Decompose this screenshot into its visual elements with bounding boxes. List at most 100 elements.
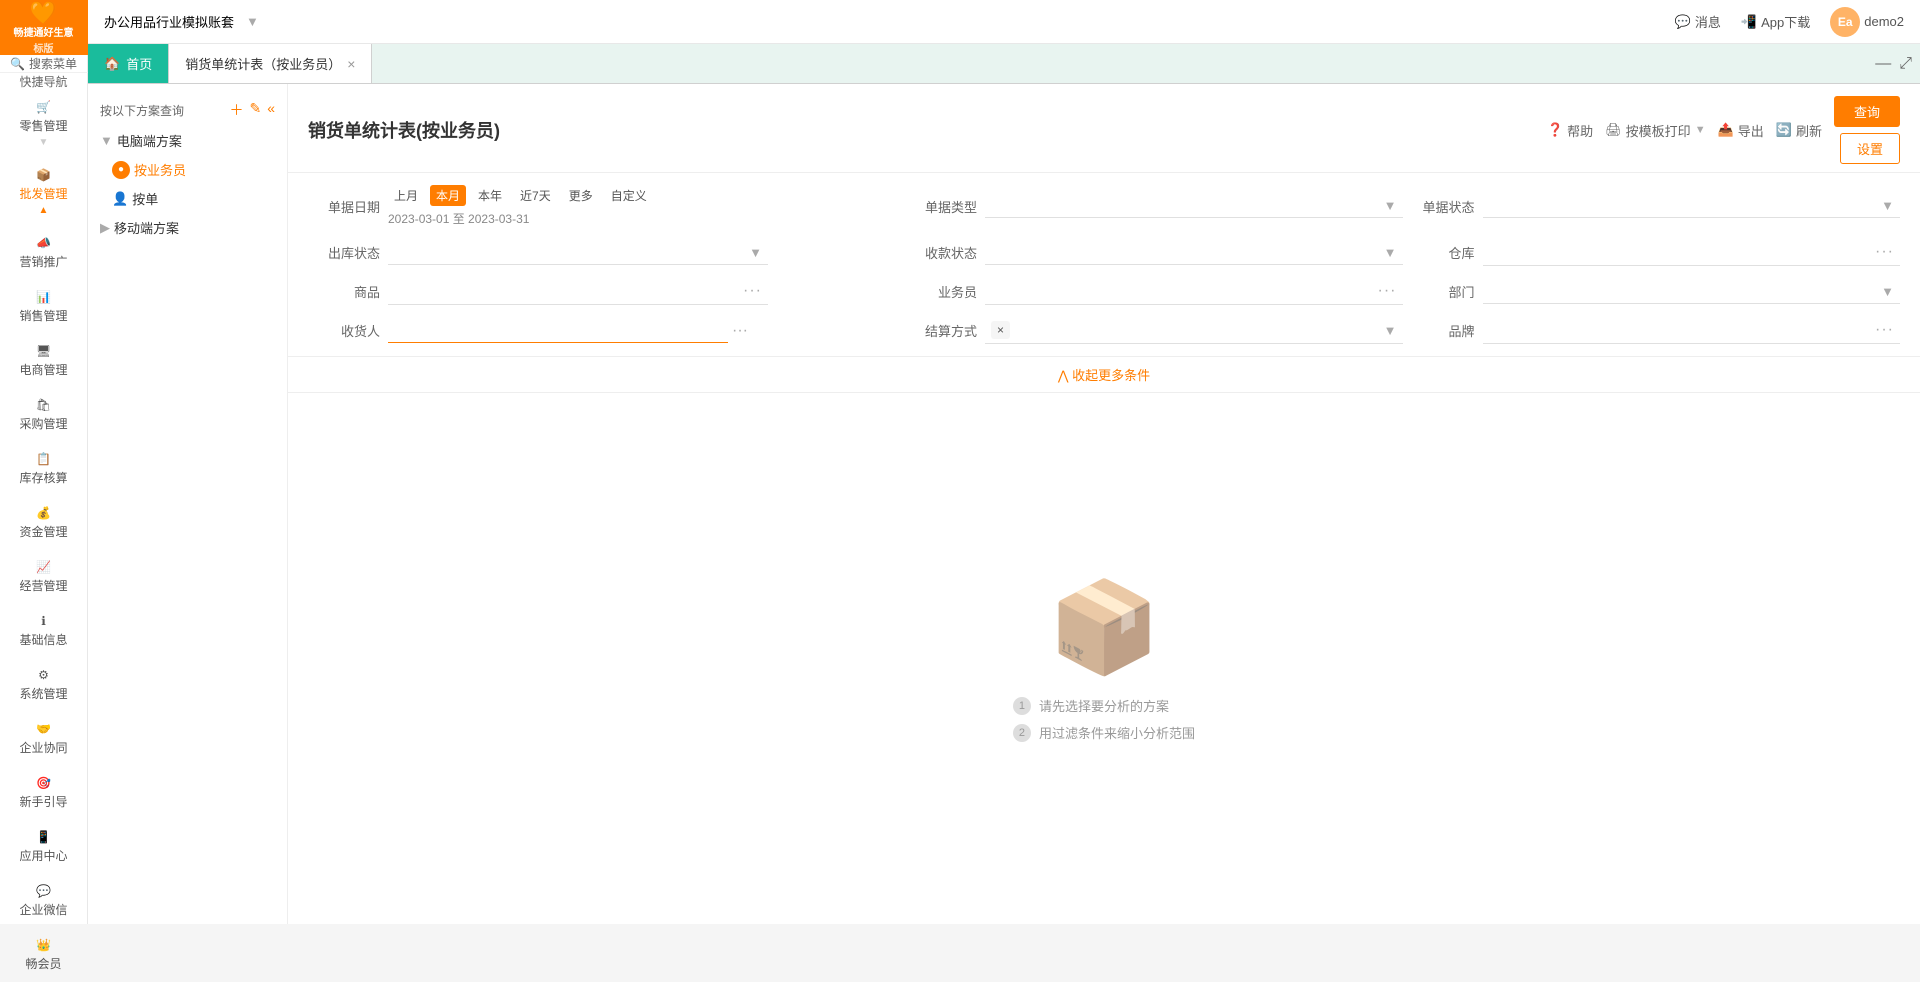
user-menu[interactable]: Ea demo2: [1830, 7, 1904, 37]
appcenter-label: 应用中心: [19, 847, 67, 864]
warehouse-dots[interactable]: ···: [1875, 243, 1894, 261]
outstatus-chevron-icon: ▼: [749, 245, 762, 260]
date-tab-more[interactable]: 更多: [563, 185, 599, 206]
collapse-btn[interactable]: ⋀ 收起更多条件: [288, 357, 1920, 393]
sidebar-item-marketing[interactable]: 📣 营销推广: [0, 226, 88, 280]
date-tab-prev-month[interactable]: 上月: [388, 185, 424, 206]
tree-desktop[interactable]: ▼ 电脑端方案: [88, 126, 287, 155]
message-btn[interactable]: 💬 消息: [1675, 12, 1721, 31]
content-area: 按以下方案查询 ＋ ✎ « ▼ 电脑端方案 ● 按业务员 👤 按单 ▶: [88, 84, 1920, 924]
sidebar-item-wechat[interactable]: 💬 企业微信: [0, 874, 88, 928]
query-button[interactable]: 查询: [1834, 96, 1900, 127]
tab-minimize-icon[interactable]: —: [1875, 55, 1891, 73]
dept-select[interactable]: ▼: [1483, 280, 1901, 304]
tree-by-order[interactable]: 👤 按单: [88, 184, 287, 213]
topbar-title: 办公用品行业模拟账套: [104, 12, 234, 31]
marketing-icon: 📣: [36, 236, 51, 250]
brand-label: 品牌: [1403, 321, 1483, 340]
username: demo2: [1864, 14, 1904, 29]
settle-chevron-icon: ▼: [1384, 323, 1397, 338]
avatar-text: Ea: [1838, 15, 1853, 29]
sidebar-item-enterprise[interactable]: 🤝 企业协同: [0, 712, 88, 766]
filter-col-brand: 品牌 ···: [1403, 317, 1901, 344]
outstatus-select[interactable]: ▼: [388, 241, 768, 265]
sidebar-item-inventory[interactable]: 📋 库存核算: [0, 442, 88, 496]
refresh-btn[interactable]: 🔄 刷新: [1776, 121, 1822, 140]
empty-state: 📦 1 请先选择要分析的方案 2 用过滤条件来缩小分析范围: [288, 393, 1920, 924]
date-tab-last7[interactable]: 近7天: [514, 185, 557, 206]
dropdown-icon[interactable]: ▼: [246, 14, 259, 29]
receiver-input[interactable]: [388, 319, 728, 343]
search-menu[interactable]: 🔍 搜索菜单: [0, 55, 88, 73]
salesman-badge-icon: ●: [112, 161, 130, 179]
tab-close-icon[interactable]: ×: [347, 56, 355, 72]
salesman-select[interactable]: ···: [985, 278, 1403, 305]
tab-home[interactable]: 🏠 首页: [88, 44, 169, 83]
date-tab-this-year[interactable]: 本年: [472, 185, 508, 206]
doctype-label: 单据类型: [905, 197, 985, 216]
settings-button[interactable]: 设置: [1840, 133, 1900, 164]
app-download-btn[interactable]: 📲 App下载: [1741, 12, 1810, 31]
avatar: Ea: [1830, 7, 1860, 37]
left-panel-title: 按以下方案查询: [100, 102, 184, 119]
collapse-left-icon[interactable]: «: [267, 100, 275, 120]
settle-tag-close[interactable]: ×: [997, 323, 1004, 337]
tree-expand-icon: ▼: [100, 133, 113, 148]
tab-sales-report[interactable]: 销货单统计表（按业务员） ×: [169, 44, 372, 83]
download-icon: 📲: [1741, 14, 1757, 30]
sidebar-item-ecommerce[interactable]: 🖥 电商管理: [0, 334, 88, 388]
filter-row-1: 单据日期 上月 本月 本年 近7天 更多 自定义 2023-03-01 至 20…: [308, 185, 1900, 227]
help-btn[interactable]: ❓ 帮助: [1547, 121, 1593, 140]
sidebar-item-purchase[interactable]: 🛍 采购管理: [0, 388, 88, 442]
help-label: 帮助: [1567, 121, 1593, 140]
purchase-label: 采购管理: [19, 415, 67, 432]
date-label: 单据日期: [308, 197, 388, 216]
sidebar-item-retail[interactable]: 🛒 零售管理 ▼: [0, 90, 88, 158]
filter-col-salesman: 业务员 ···: [905, 278, 1403, 305]
edit-scheme-icon[interactable]: ✎: [249, 100, 261, 120]
doctype-select[interactable]: ▼: [985, 194, 1403, 218]
print-label: 按模板打印: [1626, 121, 1691, 140]
print-btn[interactable]: 🖨 按模板打印 ▼: [1605, 121, 1705, 140]
sidebar-item-newbie[interactable]: 🎯 新手引导: [0, 766, 88, 820]
right-panel: 销货单统计表(按业务员) ❓ 帮助 🖨 按模板打印 ▼ 📤 导出: [288, 84, 1920, 924]
sidebar-item-finance[interactable]: 💰 资金管理: [0, 496, 88, 550]
sidebar-item-wholesale[interactable]: 📦 批发管理 ▲: [0, 158, 88, 226]
message-icon: 💬: [1675, 14, 1691, 30]
brand-select[interactable]: ···: [1483, 317, 1901, 344]
shortcut-nav[interactable]: 快捷导航: [0, 73, 88, 90]
sidebar-item-operation[interactable]: 📈 经营管理: [0, 550, 88, 604]
filter-col-docstatus: 单据状态 ▼: [1403, 194, 1901, 218]
sidebar-item-appcenter[interactable]: 📱 应用中心: [0, 820, 88, 874]
page-header: 销货单统计表(按业务员) ❓ 帮助 🖨 按模板打印 ▼ 📤 导出: [288, 84, 1920, 173]
sidebar-item-base[interactable]: ℹ 基础信息: [0, 604, 88, 658]
receiver-dots[interactable]: ···: [728, 322, 752, 340]
filter-col-receiver: 收货人 ···: [308, 319, 905, 343]
sidebar-item-system[interactable]: ⚙ 系统管理: [0, 658, 88, 712]
export-btn[interactable]: 📤 导出: [1718, 121, 1764, 140]
brand-dots[interactable]: ···: [1875, 321, 1894, 339]
tab-maximize-icon[interactable]: ⤢: [1899, 55, 1912, 73]
salesman-dots[interactable]: ···: [1378, 282, 1397, 300]
enterprise-label: 企业协同: [19, 739, 67, 756]
date-tab-this-month[interactable]: 本月: [430, 185, 466, 206]
docstatus-select[interactable]: ▼: [1483, 194, 1901, 218]
sidebar-item-member[interactable]: 👑 畅会员: [0, 928, 88, 982]
logo-icon: 🧡: [30, 0, 57, 26]
inventory-label: 库存核算: [19, 469, 67, 486]
app-download-label: App下载: [1761, 12, 1810, 31]
wholesale-icon: 📦: [36, 168, 51, 182]
date-tab-custom[interactable]: 自定义: [605, 185, 653, 206]
search-icon: 🔍: [10, 57, 25, 71]
tree-by-salesman[interactable]: ● 按业务员: [88, 155, 287, 184]
sidebar-item-sales[interactable]: 📊 销售管理: [0, 280, 88, 334]
warehouse-select[interactable]: ···: [1483, 239, 1901, 266]
system-icon: ⚙: [38, 668, 49, 682]
tree-mobile[interactable]: ▶ 移动端方案: [88, 213, 287, 242]
product-dots[interactable]: ···: [743, 282, 762, 300]
product-select[interactable]: ···: [388, 278, 768, 305]
add-scheme-icon[interactable]: ＋: [229, 100, 243, 120]
receiptstatus-select[interactable]: ▼: [985, 241, 1403, 265]
shortcuts-label: 快捷导航: [19, 73, 67, 90]
wholesale-label: 批发管理: [19, 185, 67, 202]
